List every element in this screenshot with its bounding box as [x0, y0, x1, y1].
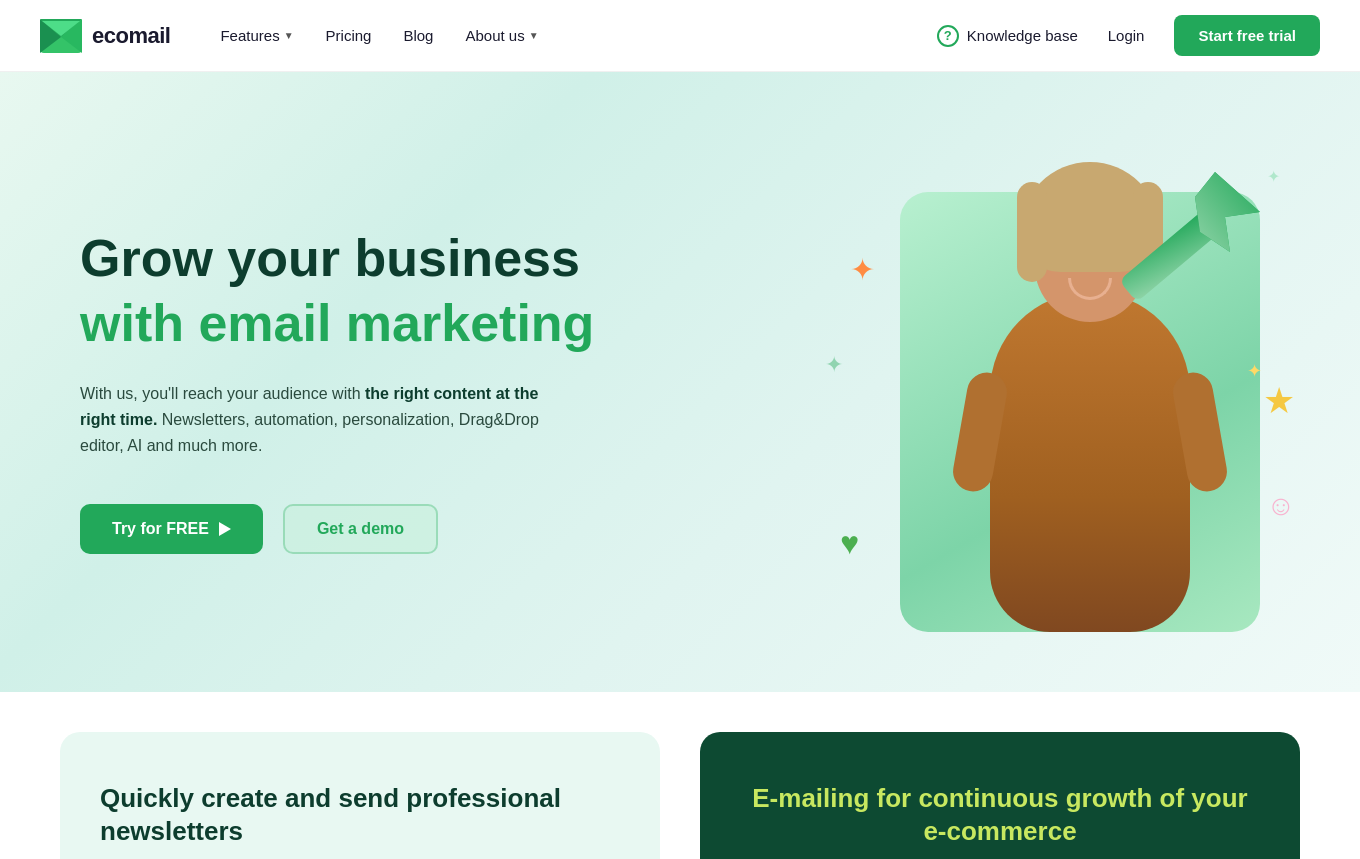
nav-left: ecomail Features ▼ Pricing Blog About us… [40, 19, 553, 53]
nav-links: Features ▼ Pricing Blog About us ▼ [206, 19, 552, 52]
cards-section: Quickly create and send professional new… [0, 732, 1360, 859]
arrow-icon [1095, 162, 1265, 302]
nav-about-us[interactable]: About us ▼ [451, 19, 552, 52]
try-free-button[interactable]: Try for FREE [80, 504, 263, 554]
start-trial-button[interactable]: Start free trial [1174, 15, 1320, 56]
hero-title-green: with email marketing [80, 295, 594, 352]
logo-icon [40, 19, 82, 53]
card-newsletters-title: Quickly create and send professional new… [100, 782, 620, 847]
knowledge-base-icon: ? [937, 25, 959, 47]
nav-right: ? Knowledge base Login Start free trial [937, 15, 1320, 56]
card-newsletters: Quickly create and send professional new… [60, 732, 660, 859]
sparkle-smiley: ☺ [1266, 490, 1295, 522]
hero-content: Grow your business with email marketing … [80, 230, 594, 554]
nav-blog[interactable]: Blog [389, 19, 447, 52]
hero-buttons: Try for FREE Get a demo [80, 504, 594, 554]
hero-title-dark: Grow your business [80, 230, 594, 287]
card-ecommerce: E-mailing for continuous growth of your … [700, 732, 1300, 859]
hero-body: With us, you'll reach your audience with… [80, 381, 560, 460]
logo[interactable]: ecomail [40, 19, 170, 53]
nav-pricing[interactable]: Pricing [312, 19, 386, 52]
hero-section: Grow your business with email marketing … [0, 72, 1360, 692]
hero-visual: ✦ ✦ ✦ ★ ✦ ☺ ♥ [860, 152, 1280, 632]
features-chevron-icon: ▼ [284, 30, 294, 41]
logo-text: ecomail [92, 23, 170, 49]
woman-figure [990, 292, 1190, 632]
sparkle-orange: ✦ [850, 252, 875, 287]
sparkle-yellow-small: ✦ [1247, 360, 1262, 382]
sparkle-yellow-big: ★ [1263, 380, 1295, 422]
login-link[interactable]: Login [1098, 19, 1155, 52]
navbar: ecomail Features ▼ Pricing Blog About us… [0, 0, 1360, 72]
big-arrow [1095, 162, 1265, 306]
sparkle-heart: ♥ [840, 525, 859, 562]
play-icon [219, 522, 231, 536]
sparkle-green-teal: ✦ [825, 352, 843, 378]
about-chevron-icon: ▼ [529, 30, 539, 41]
nav-features[interactable]: Features ▼ [206, 19, 307, 52]
knowledge-base-link[interactable]: ? Knowledge base [937, 25, 1078, 47]
sparkle-green-top-right: ✦ [1267, 167, 1280, 186]
card-ecommerce-title: E-mailing for continuous growth of your … [740, 782, 1260, 847]
get-demo-button[interactable]: Get a demo [283, 504, 438, 554]
